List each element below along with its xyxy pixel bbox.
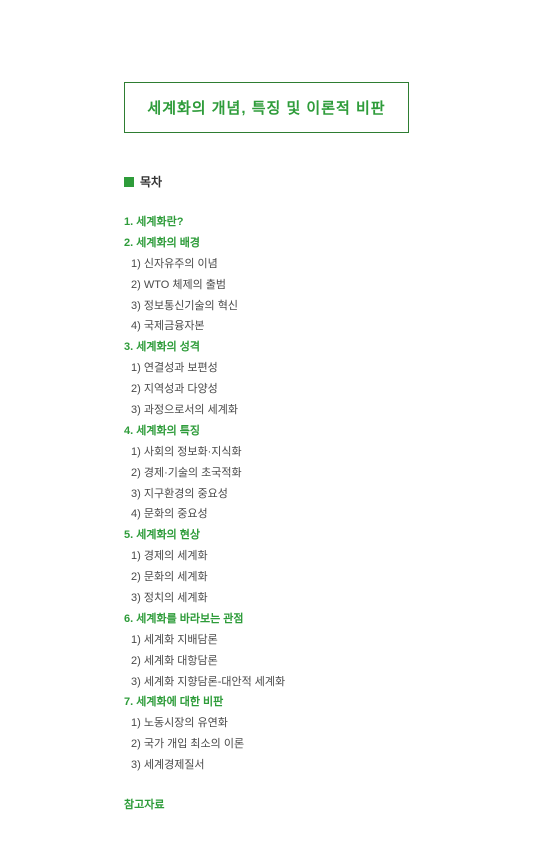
toc-label: 목차 [140, 173, 162, 190]
section-heading: 7. 세계화에 대한 비판 [124, 692, 433, 713]
toc-sub-item: 2) 국가 개입 최소의 이론 [124, 734, 433, 755]
document-page: 세계화의 개념, 특징 및 이론적 비판 목차 1. 세계화란? 2. 세계화의… [0, 0, 533, 852]
section-heading: 5. 세계화의 현상 [124, 525, 433, 546]
toc-sub-item: 2) 문화의 세계화 [124, 567, 433, 588]
toc-sub-item: 3) 지구환경의 중요성 [124, 484, 433, 505]
toc-sub-item: 1) 신자유주의 이념 [124, 254, 433, 275]
toc-sub-item: 1) 연결성과 보편성 [124, 358, 433, 379]
section-heading: 3. 세계화의 성격 [124, 337, 433, 358]
section-heading: 6. 세계화를 바라보는 관점 [124, 609, 433, 630]
square-bullet-icon [124, 177, 134, 187]
toc-sub-item: 1) 노동시장의 유연화 [124, 713, 433, 734]
title-box: 세계화의 개념, 특징 및 이론적 비판 [124, 82, 409, 133]
toc-sub-item: 3) 정치의 세계화 [124, 588, 433, 609]
toc-header: 목차 [124, 173, 433, 190]
toc-sub-item: 3) 정보통신기술의 혁신 [124, 296, 433, 317]
toc-sub-item: 3) 세계경제질서 [124, 755, 433, 776]
section-heading: 2. 세계화의 배경 [124, 233, 433, 254]
toc-sub-item: 2) 세계화 대항담론 [124, 651, 433, 672]
toc-sub-item: 1) 경제의 세계화 [124, 546, 433, 567]
section-heading: 4. 세계화의 특징 [124, 421, 433, 442]
toc-content: 1. 세계화란? 2. 세계화의 배경 1) 신자유주의 이념 2) WTO 체… [124, 212, 433, 776]
toc-sub-item: 4) 국제금융자본 [124, 316, 433, 337]
section-heading: 1. 세계화란? [124, 212, 433, 233]
toc-sub-item: 3) 세계화 지향담론-대안적 세계화 [124, 672, 433, 693]
references-label: 참고자료 [124, 796, 433, 812]
toc-sub-item: 1) 사회의 정보화·지식화 [124, 442, 433, 463]
toc-sub-item: 2) 지역성과 다양성 [124, 379, 433, 400]
toc-sub-item: 1) 세계화 지배담론 [124, 630, 433, 651]
toc-sub-item: 3) 과정으로서의 세계화 [124, 400, 433, 421]
document-title: 세계화의 개념, 특징 및 이론적 비판 [145, 97, 388, 118]
toc-sub-item: 2) WTO 체제의 출범 [124, 275, 433, 296]
toc-sub-item: 2) 경제·기술의 초국적화 [124, 463, 433, 484]
toc-sub-item: 4) 문화의 중요성 [124, 504, 433, 525]
